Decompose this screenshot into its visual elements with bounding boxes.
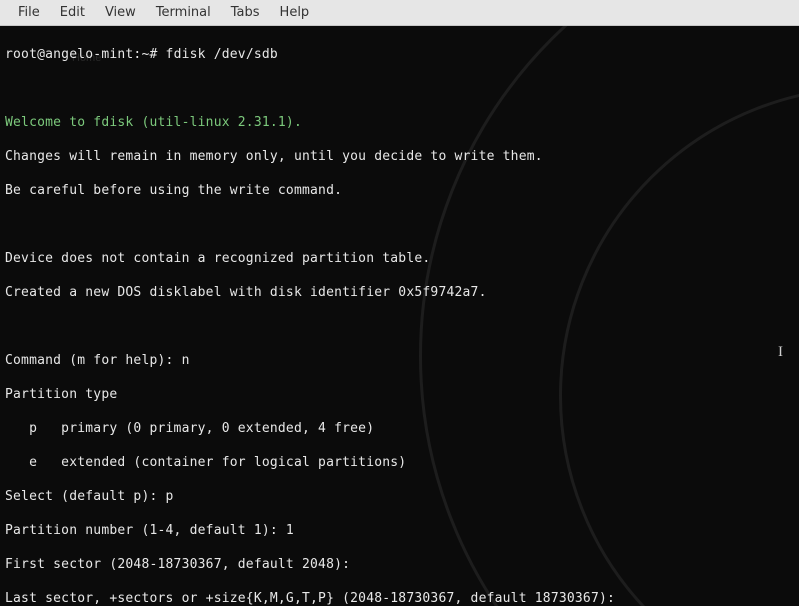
- terminal-area[interactable]: Home root@angelo-mint:~# fdisk /dev/sdb …: [0, 26, 799, 606]
- output-line: Partition type: [5, 386, 794, 403]
- output-line: Changes will remain in memory only, unti…: [5, 148, 794, 165]
- output-line: e extended (container for logical partit…: [5, 454, 794, 471]
- menu-file[interactable]: File: [8, 1, 50, 24]
- menubar: File Edit View Terminal Tabs Help: [0, 0, 799, 26]
- menu-view[interactable]: View: [95, 1, 146, 24]
- command-1: fdisk /dev/sdb: [166, 47, 278, 62]
- prompt-line-1: root@angelo-mint:~# fdisk /dev/sdb: [5, 46, 794, 63]
- menu-edit[interactable]: Edit: [50, 1, 95, 24]
- terminal-output[interactable]: root@angelo-mint:~# fdisk /dev/sdb Welco…: [0, 26, 799, 606]
- menu-tabs[interactable]: Tabs: [221, 1, 270, 24]
- output-line: Device does not contain a recognized par…: [5, 250, 794, 267]
- output-line: Created a new DOS disklabel with disk id…: [5, 284, 794, 301]
- output-line: Be careful before using the write comman…: [5, 182, 794, 199]
- output-line: Partition number (1-4, default 1): 1: [5, 522, 794, 539]
- output-line: [5, 216, 794, 233]
- prompt-1: root@angelo-mint:~#: [5, 47, 166, 62]
- blank: [5, 80, 794, 97]
- welcome-line: Welcome to fdisk (util-linux 2.31.1).: [5, 114, 794, 131]
- output-line: p primary (0 primary, 0 extended, 4 free…: [5, 420, 794, 437]
- menu-terminal[interactable]: Terminal: [146, 1, 221, 24]
- menu-help[interactable]: Help: [270, 1, 320, 24]
- output-line: Command (m for help): n: [5, 352, 794, 369]
- output-line: Last sector, +sectors or +size{K,M,G,T,P…: [5, 590, 794, 606]
- output-line: [5, 318, 794, 335]
- output-line: First sector (2048-18730367, default 204…: [5, 556, 794, 573]
- output-line: Select (default p): p: [5, 488, 794, 505]
